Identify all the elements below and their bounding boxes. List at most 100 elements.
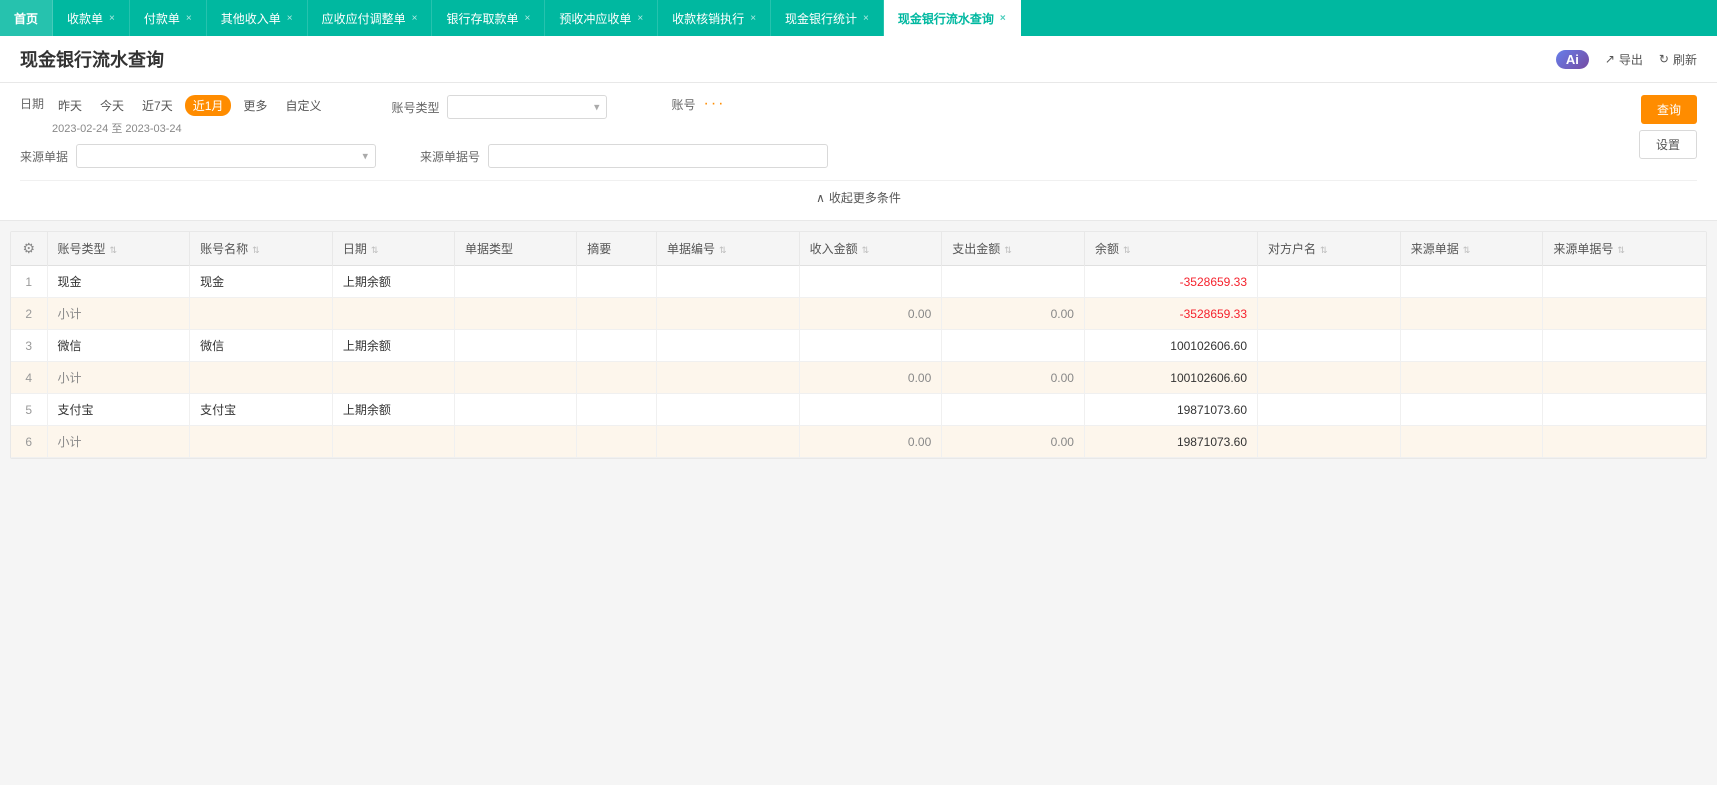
cell-date: 上期余额 [332,394,454,426]
cell-account-name [190,362,333,394]
col-expense[interactable]: 支出金额⇅ [942,232,1085,266]
close-icon[interactable]: × [186,13,192,24]
close-icon[interactable]: × [109,13,115,24]
close-icon[interactable]: × [1000,13,1006,24]
gear-icon[interactable]: ⚙ [22,240,35,256]
cell-doc-type [455,298,577,330]
nav-tab-tiaozheng[interactable]: 应收应付调整单 × [308,0,433,36]
cell-summary [577,362,657,394]
cell-expense: 0.00 [942,426,1085,458]
date-btn-7days[interactable]: 近7天 [136,95,179,116]
cell-counterpart [1258,426,1401,458]
cell-account-type: 小计 [47,362,190,394]
col-gear[interactable]: ⚙ [11,232,47,266]
nav-home[interactable]: 首页 [0,0,53,36]
close-icon[interactable]: × [863,13,869,24]
col-balance[interactable]: 余额⇅ [1084,232,1257,266]
cell-income [799,330,942,362]
cell-source-doc [1400,362,1543,394]
account-type-select[interactable]: 现金 微信 支付宝 [447,95,607,119]
nav-tab-qita[interactable]: 其他收入单 × [207,0,308,36]
cell-account-type: 小计 [47,298,190,330]
col-counterpart[interactable]: 对方户名⇅ [1258,232,1401,266]
date-btn-yesterday[interactable]: 昨天 [52,95,88,116]
cell-source-doc [1400,266,1543,298]
col-doc-type[interactable]: 单据类型 [455,232,577,266]
source-doc-no-input[interactable] [488,144,828,168]
cell-summary [577,394,657,426]
cell-balance: -3528659.33 [1084,266,1257,298]
table-row: 2 小计 0.00 0.00 -3528659.33 [11,298,1706,330]
cell-account-name [190,426,333,458]
cell-account-type: 微信 [47,330,190,362]
cell-source-doc-no [1543,298,1706,330]
page-header: 现金银行流水查询 Ai ↗ 导出 ↻ 刷新 [0,36,1717,83]
refresh-icon: ↻ [1659,52,1669,66]
cell-balance: 19871073.60 [1084,394,1257,426]
date-btn-today[interactable]: 今天 [94,95,130,116]
collapse-filters-button[interactable]: ∧ 收起更多条件 [20,185,1697,208]
nav-tab-tongji[interactable]: 现金银行统计 × [771,0,884,36]
cell-summary [577,298,657,330]
col-account-name[interactable]: 账号名称⇅ [190,232,333,266]
sort-icon: ⇅ [1617,245,1625,256]
nav-tab-fukuan[interactable]: 付款单 × [130,0,207,36]
filter-divider [20,180,1697,181]
row-number: 3 [11,330,47,362]
col-account-type[interactable]: 账号类型⇅ [47,232,190,266]
table-row: 5 支付宝 支付宝 上期余额 19871073.60 [11,394,1706,426]
settings-button[interactable]: 设置 [1639,130,1697,159]
account-dots[interactable]: ··· [703,95,725,113]
cell-balance: 19871073.60 [1084,426,1257,458]
cell-source-doc [1400,394,1543,426]
date-btn-custom[interactable]: 自定义 [279,95,327,116]
row-number: 4 [11,362,47,394]
page-title: 现金银行流水查询 [20,46,164,72]
filter-area: 日期 昨天 今天 近7天 近1月 更多 自定义 2023-02-24 至 202… [0,83,1717,221]
refresh-button[interactable]: ↻ 刷新 [1659,51,1697,68]
table-row: 1 现金 现金 上期余额 -3528659.33 [11,266,1706,298]
cell-account-name: 微信 [190,330,333,362]
ai-badge[interactable]: Ai [1556,50,1589,69]
export-icon: ↗ [1605,52,1615,66]
cell-counterpart [1258,266,1401,298]
col-date[interactable]: 日期⇅ [332,232,454,266]
col-source-doc-no[interactable]: 来源单据号⇅ [1543,232,1706,266]
close-icon[interactable]: × [524,13,530,24]
cell-doc-type [455,266,577,298]
close-icon[interactable]: × [750,13,756,24]
query-button[interactable]: 查询 [1641,95,1697,124]
cell-source-doc-no [1543,330,1706,362]
col-doc-no[interactable]: 单据编号⇅ [656,232,799,266]
date-btn-1month[interactable]: 近1月 [185,95,232,116]
row-number: 1 [11,266,47,298]
col-source-doc[interactable]: 来源单据⇅ [1400,232,1543,266]
sort-icon: ⇅ [1463,245,1471,256]
date-btn-more[interactable]: 更多 [237,95,273,116]
export-button[interactable]: ↗ 导出 [1605,51,1643,68]
cell-income: 0.00 [799,362,942,394]
col-income[interactable]: 收入金额⇅ [799,232,942,266]
nav-tab-shoudan[interactable]: 收款单 × [53,0,130,36]
table-row: 4 小计 0.00 0.00 100102606.60 [11,362,1706,394]
table-body: 1 现金 现金 上期余额 -3528659.33 2 小计 0.00 0.00 … [11,266,1706,458]
cell-expense: 0.00 [942,298,1085,330]
cell-counterpart [1258,394,1401,426]
sort-icon: ⇅ [252,245,260,256]
source-doc-select[interactable] [76,144,376,168]
cell-account-name: 支付宝 [190,394,333,426]
nav-tab-liushui[interactable]: 现金银行流水查询 × [884,0,1021,36]
cell-doc-type [455,362,577,394]
cell-source-doc-no [1543,362,1706,394]
cell-date: 上期余额 [332,330,454,362]
nav-tab-yushou[interactable]: 预收冲应收单 × [545,0,658,36]
account-type-label: 账号类型 [391,99,439,116]
cell-counterpart [1258,362,1401,394]
close-icon[interactable]: × [287,13,293,24]
close-icon[interactable]: × [637,13,643,24]
date-range: 2023-02-24 至 2023-03-24 [52,120,327,136]
col-summary[interactable]: 摘要 [577,232,657,266]
nav-tab-yinhang[interactable]: 银行存取款单 × [432,0,545,36]
nav-tab-hexiao[interactable]: 收款核销执行 × [658,0,771,36]
close-icon[interactable]: × [412,13,418,24]
